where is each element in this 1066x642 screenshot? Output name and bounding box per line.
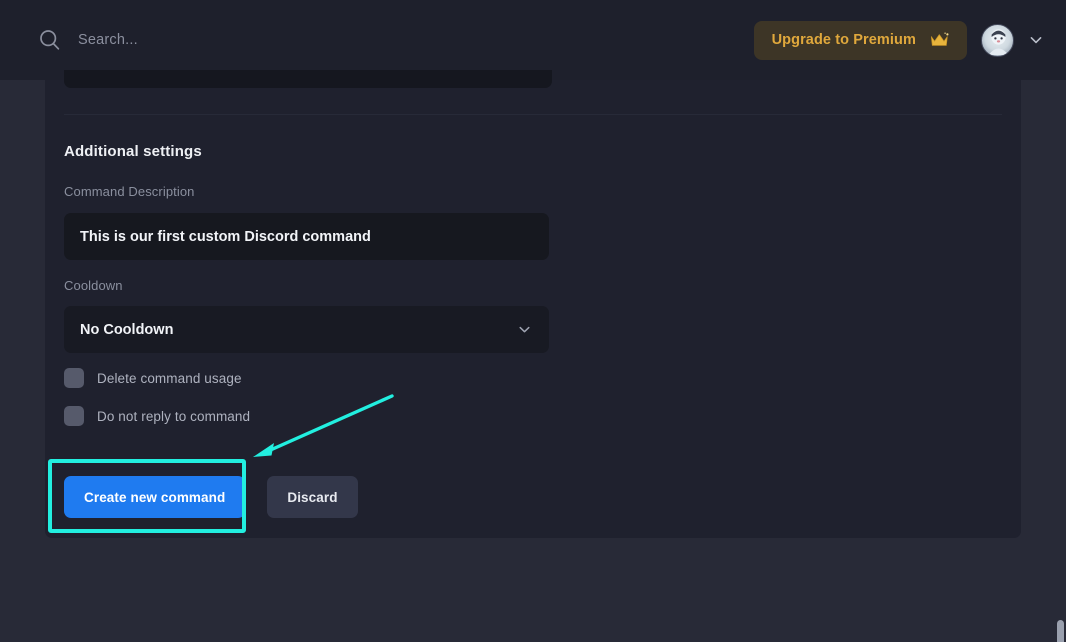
- section-divider: [64, 114, 1002, 115]
- page-body: Additional settings Command Description …: [0, 70, 1066, 642]
- checkbox-label: Delete command usage: [97, 370, 242, 386]
- upgrade-to-premium-button[interactable]: Upgrade to Premium: [753, 20, 967, 60]
- discard-button[interactable]: Discard: [267, 476, 358, 518]
- action-button-row: Create new command Discard: [64, 476, 358, 518]
- checkbox-delete-command-usage[interactable]: Delete command usage: [64, 368, 242, 388]
- create-new-command-button[interactable]: Create new command: [64, 476, 246, 518]
- cooldown-select[interactable]: No Cooldown: [64, 306, 549, 353]
- crown-icon: [930, 32, 949, 48]
- upgrade-to-premium-label: Upgrade to Premium: [771, 31, 916, 48]
- chevron-down-icon: [517, 322, 532, 337]
- scrolled-off-field: [64, 70, 552, 88]
- checkbox-do-not-reply-to-command[interactable]: Do not reply to command: [64, 406, 250, 426]
- avatar[interactable]: [981, 23, 1014, 57]
- page-title: Additional settings: [64, 143, 202, 160]
- checkbox-box[interactable]: [64, 406, 84, 426]
- command-description-label: Command Description: [64, 184, 195, 199]
- search-bar[interactable]: Search...: [38, 15, 138, 65]
- header-right-group: Upgrade to Premium: [753, 20, 1044, 60]
- cooldown-label: Cooldown: [64, 278, 123, 293]
- vertical-scrollbar-thumb[interactable]: [1057, 620, 1064, 642]
- vertical-scrollbar-track[interactable]: [1055, 160, 1066, 642]
- account-chevron-down-icon[interactable]: [1028, 32, 1044, 48]
- app-root: Search... Upgrade to Premium Additional …: [0, 0, 1066, 642]
- checkbox-box[interactable]: [64, 368, 84, 388]
- settings-card: Additional settings Command Description …: [45, 70, 1021, 538]
- command-description-input[interactable]: [64, 213, 549, 260]
- top-header-bar: Search... Upgrade to Premium: [0, 0, 1066, 80]
- checkbox-label: Do not reply to command: [97, 408, 251, 424]
- search-input-placeholder[interactable]: Search...: [78, 32, 138, 48]
- search-icon: [38, 28, 62, 52]
- cooldown-selected-value: No Cooldown: [80, 321, 174, 338]
